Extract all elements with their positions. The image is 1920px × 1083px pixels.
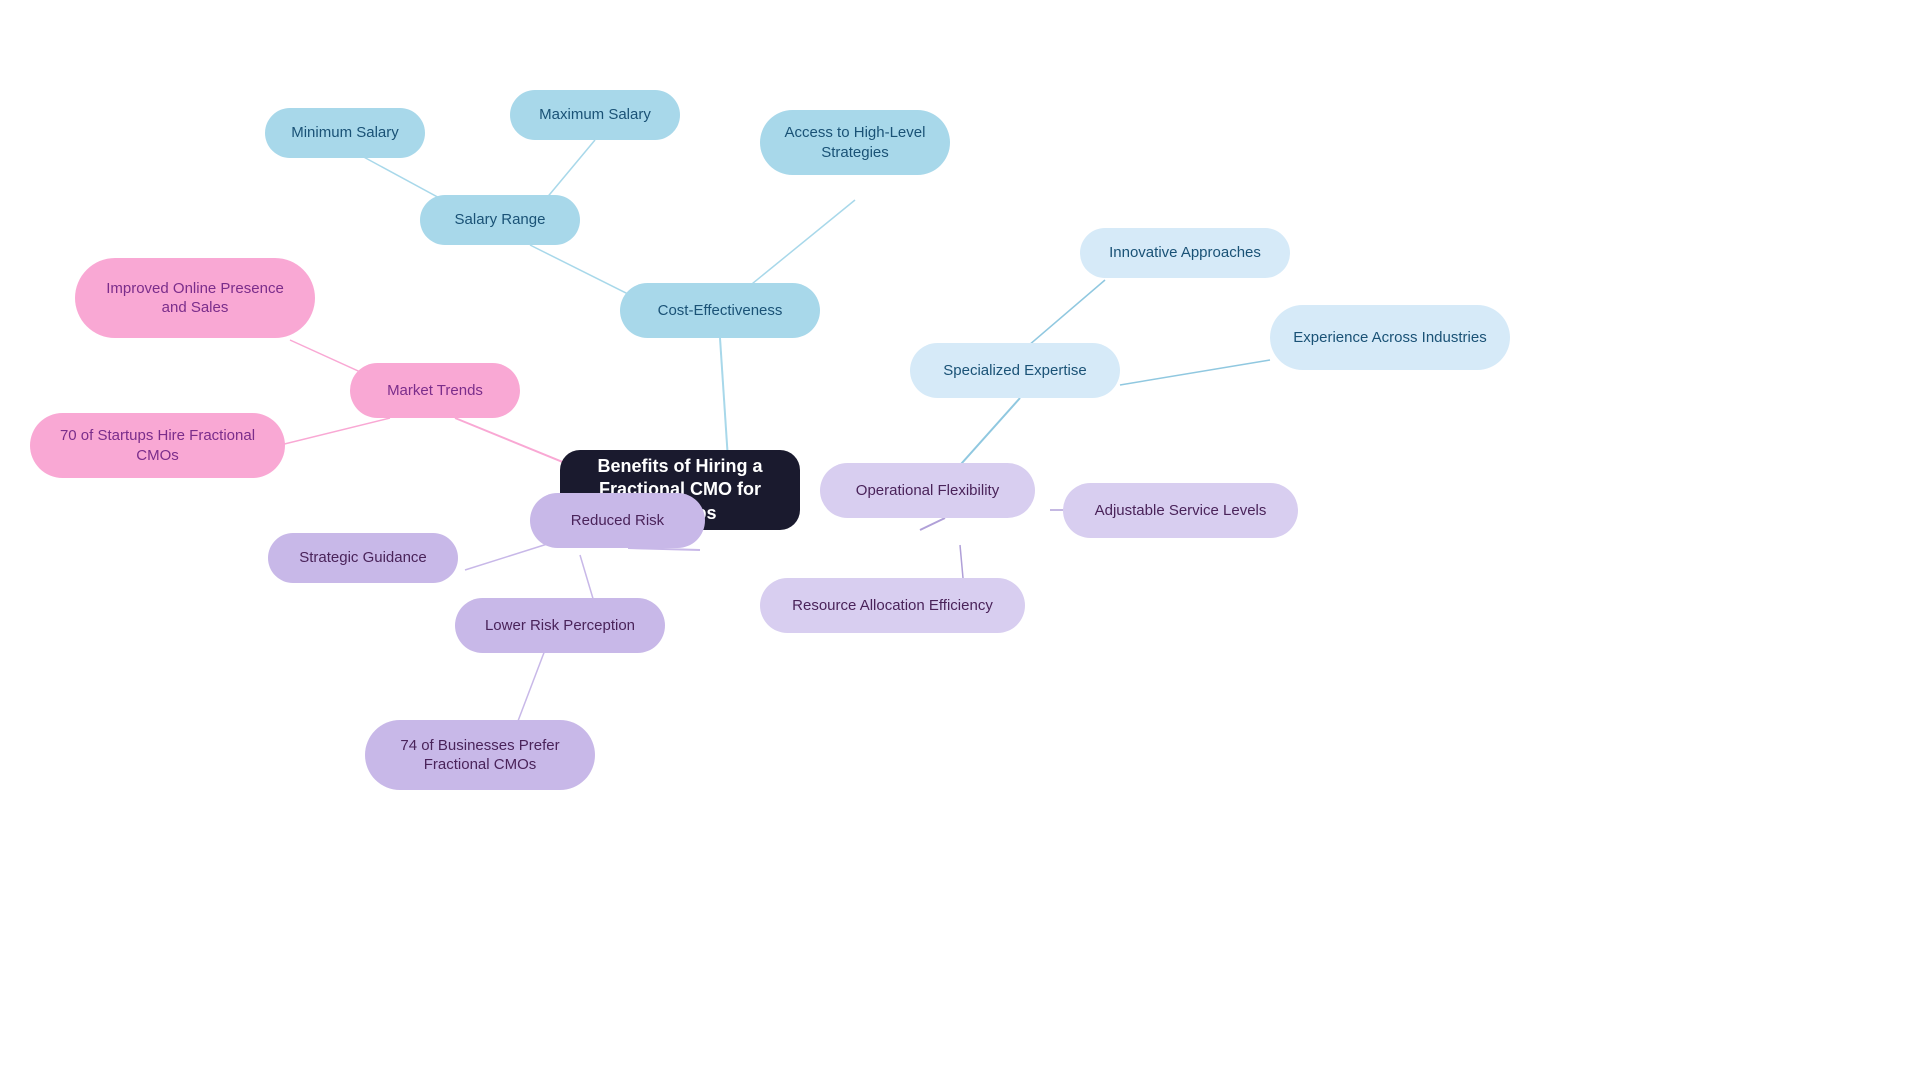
innovative-approaches-node: Innovative Approaches (1080, 228, 1290, 278)
lower-risk-node: Lower Risk Perception (455, 598, 665, 653)
strategic-guidance-node: Strategic Guidance (268, 533, 458, 583)
startups-hire-node: 70 of Startups Hire Fractional CMOs (30, 413, 285, 478)
minimum-salary-node: Minimum Salary (265, 108, 425, 158)
resource-allocation-node: Resource Allocation Efficiency (760, 578, 1025, 633)
cost-effectiveness-node: Cost-Effectiveness (620, 283, 820, 338)
market-trends-node: Market Trends (350, 363, 520, 418)
maximum-salary-node: Maximum Salary (510, 90, 680, 140)
salary-range-node: Salary Range (420, 195, 580, 245)
improved-online-node: Improved Online Presence and Sales (75, 258, 315, 338)
adjustable-service-node: Adjustable Service Levels (1063, 483, 1298, 538)
reduced-risk-node: Reduced Risk (530, 493, 705, 548)
businesses-prefer-node: 74 of Businesses Prefer Fractional CMOs (365, 720, 595, 790)
access-high-level-node: Access to High-Level Strategies (760, 110, 950, 175)
specialized-expertise-node: Specialized Expertise (910, 343, 1120, 398)
experience-across-node: Experience Across Industries (1270, 305, 1510, 370)
operational-flexibility-node: Operational Flexibility (820, 463, 1035, 518)
